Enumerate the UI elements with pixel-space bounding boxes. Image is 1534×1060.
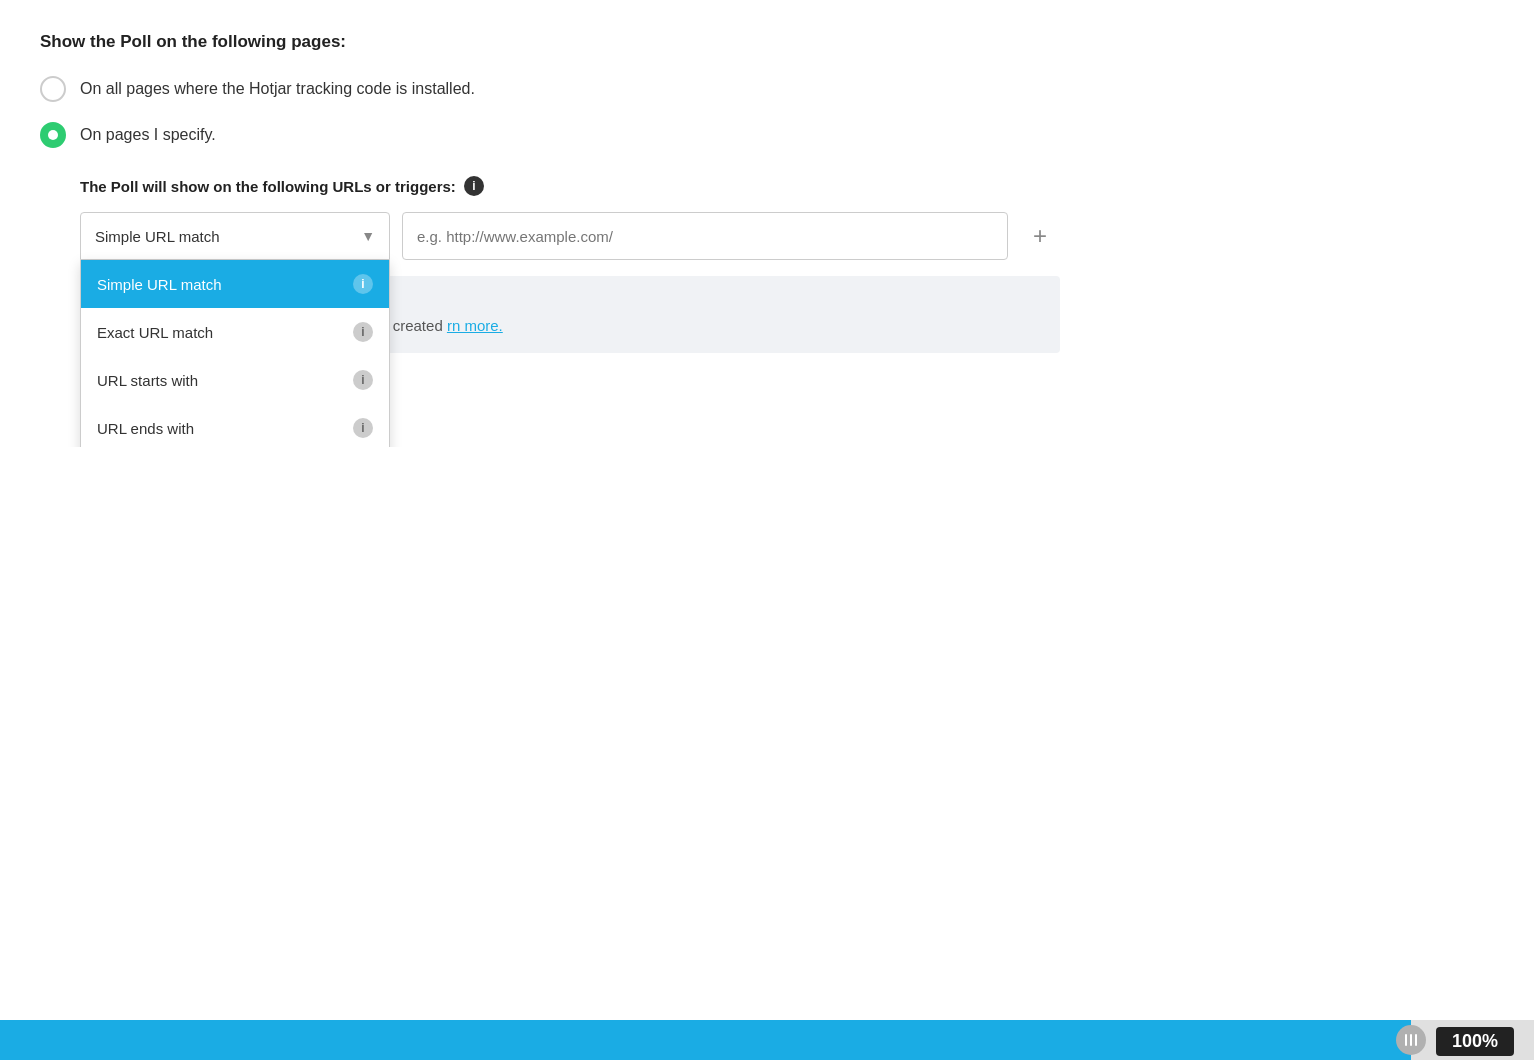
- dropdown-item-url-starts-with[interactable]: URL starts with i: [81, 356, 389, 404]
- learn-more-link[interactable]: rn more.: [447, 317, 503, 334]
- radio-label-all: On all pages where the Hotjar tracking c…: [80, 80, 475, 98]
- url-match-dropdown-wrapper: Simple URL match ▼ Simple URL match i Ex…: [80, 212, 390, 260]
- url-input[interactable]: [402, 212, 1008, 260]
- dropdown-item-label: Exact URL match: [97, 324, 213, 341]
- radio-circle-specific[interactable]: [40, 122, 66, 148]
- add-url-button[interactable]: +: [1020, 216, 1060, 256]
- dropdown-item-label: URL starts with: [97, 372, 198, 389]
- url-section-info-icon[interactable]: i: [464, 176, 484, 196]
- section-title: Show the Poll on the following pages:: [40, 32, 1060, 52]
- url-row: Simple URL match ▼ Simple URL match i Ex…: [80, 212, 1060, 260]
- radio-group: On all pages where the Hotjar tracking c…: [40, 76, 1060, 148]
- page-container: Show the Poll on the following pages: On…: [0, 0, 1100, 447]
- dropdown-item-info-icon-1[interactable]: i: [353, 322, 373, 342]
- url-section-title: The Poll will show on the following URLs…: [80, 176, 1060, 196]
- dropdown-item-label: Simple URL match: [97, 276, 221, 293]
- dropdown-item-label: URL ends with: [97, 420, 194, 437]
- dropdown-item-info-icon-0[interactable]: i: [353, 274, 373, 294]
- radio-label-specific: On pages I specify.: [80, 126, 216, 144]
- chevron-down-icon: ▼: [361, 228, 375, 244]
- radio-all-pages[interactable]: On all pages where the Hotjar tracking c…: [40, 76, 1060, 102]
- url-subsection: The Poll will show on the following URLs…: [80, 176, 1060, 395]
- radio-specific-pages[interactable]: On pages I specify.: [40, 122, 1060, 148]
- url-match-dropdown-trigger[interactable]: Simple URL match ▼: [80, 212, 390, 260]
- dropdown-item-simple-url-match[interactable]: Simple URL match i: [81, 260, 389, 308]
- dropdown-item-url-ends-with[interactable]: URL ends with i: [81, 404, 389, 447]
- dropdown-item-exact-url-match[interactable]: Exact URL match i: [81, 308, 389, 356]
- url-match-dropdown-menu: Simple URL match i Exact URL match i URL…: [80, 260, 390, 447]
- dropdown-item-info-icon-3[interactable]: i: [353, 418, 373, 438]
- radio-circle-all[interactable]: [40, 76, 66, 102]
- dropdown-item-info-icon-2[interactable]: i: [353, 370, 373, 390]
- dropdown-selected-label: Simple URL match: [95, 228, 219, 245]
